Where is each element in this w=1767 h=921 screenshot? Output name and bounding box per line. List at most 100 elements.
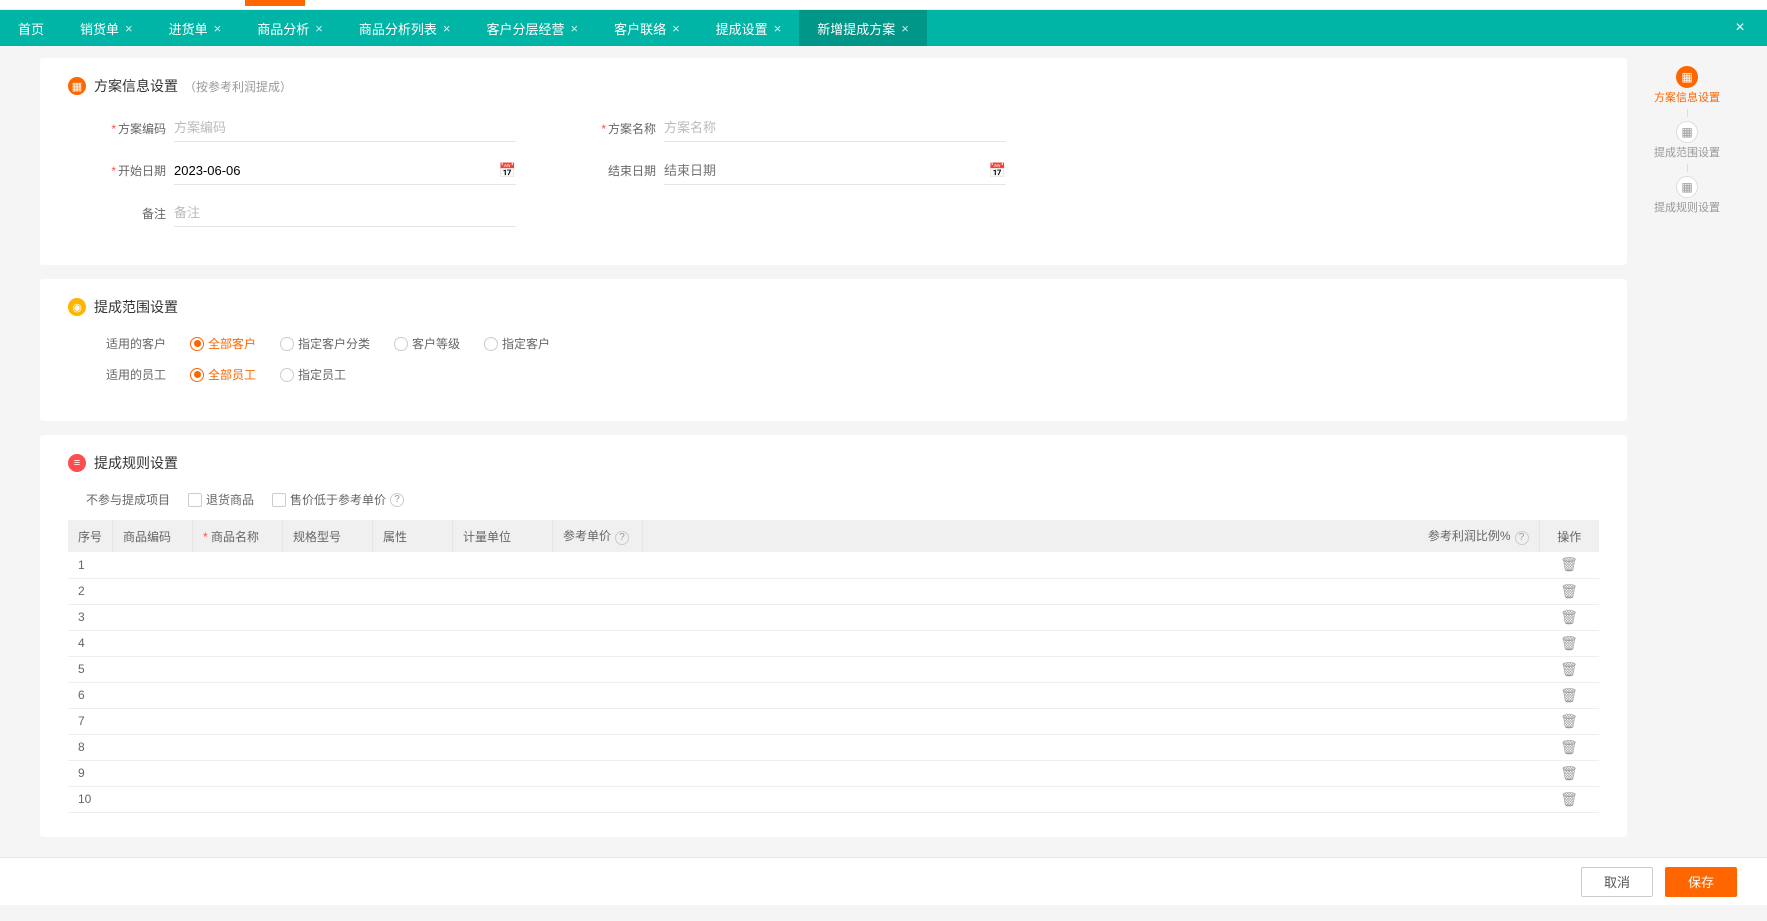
help-icon[interactable]: ? xyxy=(615,531,629,545)
table-header-1: 商品编码 xyxy=(113,520,193,552)
customer-option-label: 指定客户 xyxy=(502,335,550,352)
plan-name-field: *方案名称 xyxy=(576,114,1006,142)
table-row[interactable]: 3🗑 xyxy=(68,604,1599,630)
tab-close-icon[interactable]: × xyxy=(125,21,133,36)
customer-option-2[interactable]: 客户等级 xyxy=(394,335,460,352)
side-step-label: 提成范围设置 xyxy=(1654,147,1720,160)
tab-4[interactable]: 商品分析列表× xyxy=(341,10,469,46)
section3-title: 提成规则设置 xyxy=(94,453,178,473)
delete-icon[interactable]: 🗑 xyxy=(1560,765,1578,781)
exclude-check-0[interactable]: 退货商品 xyxy=(188,491,254,508)
table-row[interactable]: 1🗑 xyxy=(68,552,1599,578)
customer-option-3[interactable]: 指定客户 xyxy=(484,335,550,352)
calendar-icon[interactable]: 📅 xyxy=(499,162,516,179)
calendar-icon[interactable]: 📅 xyxy=(989,162,1006,179)
table-row[interactable]: 2🗑 xyxy=(68,578,1599,604)
tab-8[interactable]: 新增提成方案× xyxy=(799,10,927,46)
end-date-input[interactable] xyxy=(664,156,985,184)
tab-close-icon[interactable]: × xyxy=(774,21,782,36)
table-row[interactable]: 4🗑 xyxy=(68,630,1599,656)
tab-close-icon[interactable]: × xyxy=(443,21,451,36)
section2-title: 提成范围设置 xyxy=(94,297,178,317)
employee-option-0[interactable]: 全部员工 xyxy=(190,366,256,383)
tabs-container: 首页销货单×进货单×商品分析×商品分析列表×客户分层经营×客户联络×提成设置×新… xyxy=(0,10,927,46)
footer-bar: 取消 保存 xyxy=(0,857,1767,905)
employee-option-1[interactable]: 指定员工 xyxy=(280,366,346,383)
section1-title: 方案信息设置 xyxy=(94,76,178,96)
radio-icon xyxy=(280,368,294,382)
delete-icon[interactable]: 🗑 xyxy=(1560,687,1578,703)
table-header-8: 操作 xyxy=(1539,520,1599,552)
table-row[interactable]: 10🗑 xyxy=(68,786,1599,812)
tab-1[interactable]: 销货单× xyxy=(62,10,151,46)
main-column: ▦ 方案信息设置 （按参考利润提成） *方案编码 *方案名称 *开始日期 xyxy=(40,58,1627,851)
customer-option-label: 全部客户 xyxy=(208,335,256,352)
tab-2[interactable]: 进货单× xyxy=(151,10,240,46)
tab-close-icon[interactable]: × xyxy=(570,21,578,36)
side-step-2[interactable]: ▦提成规则设置 xyxy=(1654,176,1720,215)
delete-icon[interactable]: 🗑 xyxy=(1560,713,1578,729)
side-step-0[interactable]: ▦ 方案信息设置 xyxy=(1654,66,1720,105)
table-row[interactable]: 8🗑 xyxy=(68,734,1599,760)
tab-6[interactable]: 客户联络× xyxy=(596,10,698,46)
remark-input[interactable] xyxy=(174,199,516,227)
cancel-button[interactable]: 取消 xyxy=(1581,867,1653,897)
section2-icon: ◉ xyxy=(68,298,86,316)
tab-close-icon[interactable]: × xyxy=(901,21,909,36)
radio-icon xyxy=(484,337,498,351)
plan-code-input[interactable] xyxy=(174,114,516,142)
customer-option-label: 指定客户分类 xyxy=(298,335,370,352)
rules-table: 序号商品编码商品名称规格型号属性计量单位参考单价?参考利润比例%?操作 1🗑2🗑… xyxy=(68,520,1599,813)
customer-option-0[interactable]: 全部客户 xyxy=(190,335,256,352)
delete-icon[interactable]: 🗑 xyxy=(1560,583,1578,599)
section-plan-info: ▦ 方案信息设置 （按参考利润提成） *方案编码 *方案名称 *开始日期 xyxy=(40,58,1627,265)
employee-scope-label: 适用的员工 xyxy=(86,366,166,383)
employee-option-label: 全部员工 xyxy=(208,366,256,383)
table-header-4: 属性 xyxy=(373,520,453,552)
exclude-check-1[interactable]: 售价低于参考单价? xyxy=(272,491,404,508)
side-step-1[interactable]: ▦提成范围设置 xyxy=(1654,121,1720,160)
side-step-label: 方案信息设置 xyxy=(1654,92,1720,105)
table-row[interactable]: 6🗑 xyxy=(68,682,1599,708)
tab-3[interactable]: 商品分析× xyxy=(239,10,341,46)
tab-close-icon[interactable]: × xyxy=(315,21,323,36)
tab-0[interactable]: 首页 xyxy=(0,10,62,46)
radio-icon xyxy=(280,337,294,351)
content-area: ▦ 方案信息设置 （按参考利润提成） *方案编码 *方案名称 *开始日期 xyxy=(0,46,1767,921)
delete-icon[interactable]: 🗑 xyxy=(1560,739,1578,755)
tab-close-icon[interactable]: × xyxy=(214,21,222,36)
start-date-input[interactable] xyxy=(174,156,495,184)
side-anchor-nav: ▦ 方案信息设置 ▦提成范围设置 ▦提成规则设置 xyxy=(1647,58,1727,851)
exclude-label: 不参与提成项目 xyxy=(86,491,170,508)
tab-close-icon[interactable]: × xyxy=(672,21,680,36)
save-button[interactable]: 保存 xyxy=(1665,867,1737,897)
customer-option-1[interactable]: 指定客户分类 xyxy=(280,335,370,352)
table-header-7: 参考利润比例%? xyxy=(643,520,1539,552)
tab-5[interactable]: 客户分层经营× xyxy=(468,10,596,46)
table-row[interactable]: 7🗑 xyxy=(68,708,1599,734)
close-icon: × xyxy=(1735,19,1744,37)
delete-icon[interactable]: 🗑 xyxy=(1560,791,1578,807)
delete-icon[interactable]: 🗑 xyxy=(1560,609,1578,625)
radio-icon xyxy=(190,337,204,351)
delete-icon[interactable]: 🗑 xyxy=(1560,635,1578,651)
tabs-close-all[interactable]: × xyxy=(1725,10,1755,46)
help-icon[interactable]: ? xyxy=(1515,531,1529,545)
tabs-bar: 首页销货单×进货单×商品分析×商品分析列表×客户分层经营×客户联络×提成设置×新… xyxy=(0,10,1767,46)
table-header-5: 计量单位 xyxy=(453,520,553,552)
delete-icon[interactable]: 🗑 xyxy=(1560,661,1578,677)
section-head-1: ▦ 方案信息设置 （按参考利润提成） xyxy=(68,76,1599,96)
delete-icon[interactable]: 🗑 xyxy=(1560,556,1578,572)
section-head-3: ≡ 提成规则设置 xyxy=(68,453,1599,473)
plan-name-input[interactable] xyxy=(664,114,1006,142)
side-step-icon: ▦ xyxy=(1676,66,1698,88)
help-icon[interactable]: ? xyxy=(390,493,404,507)
table-row[interactable]: 9🗑 xyxy=(68,760,1599,786)
checkbox-icon xyxy=(272,493,286,507)
section1-subtitle: （按参考利润提成） xyxy=(184,78,292,95)
tab-7[interactable]: 提成设置× xyxy=(698,10,800,46)
section3-icon: ≡ xyxy=(68,454,86,472)
exclude-check-label: 售价低于参考单价 xyxy=(290,491,386,508)
table-row[interactable]: 5🗑 xyxy=(68,656,1599,682)
radio-icon xyxy=(190,368,204,382)
